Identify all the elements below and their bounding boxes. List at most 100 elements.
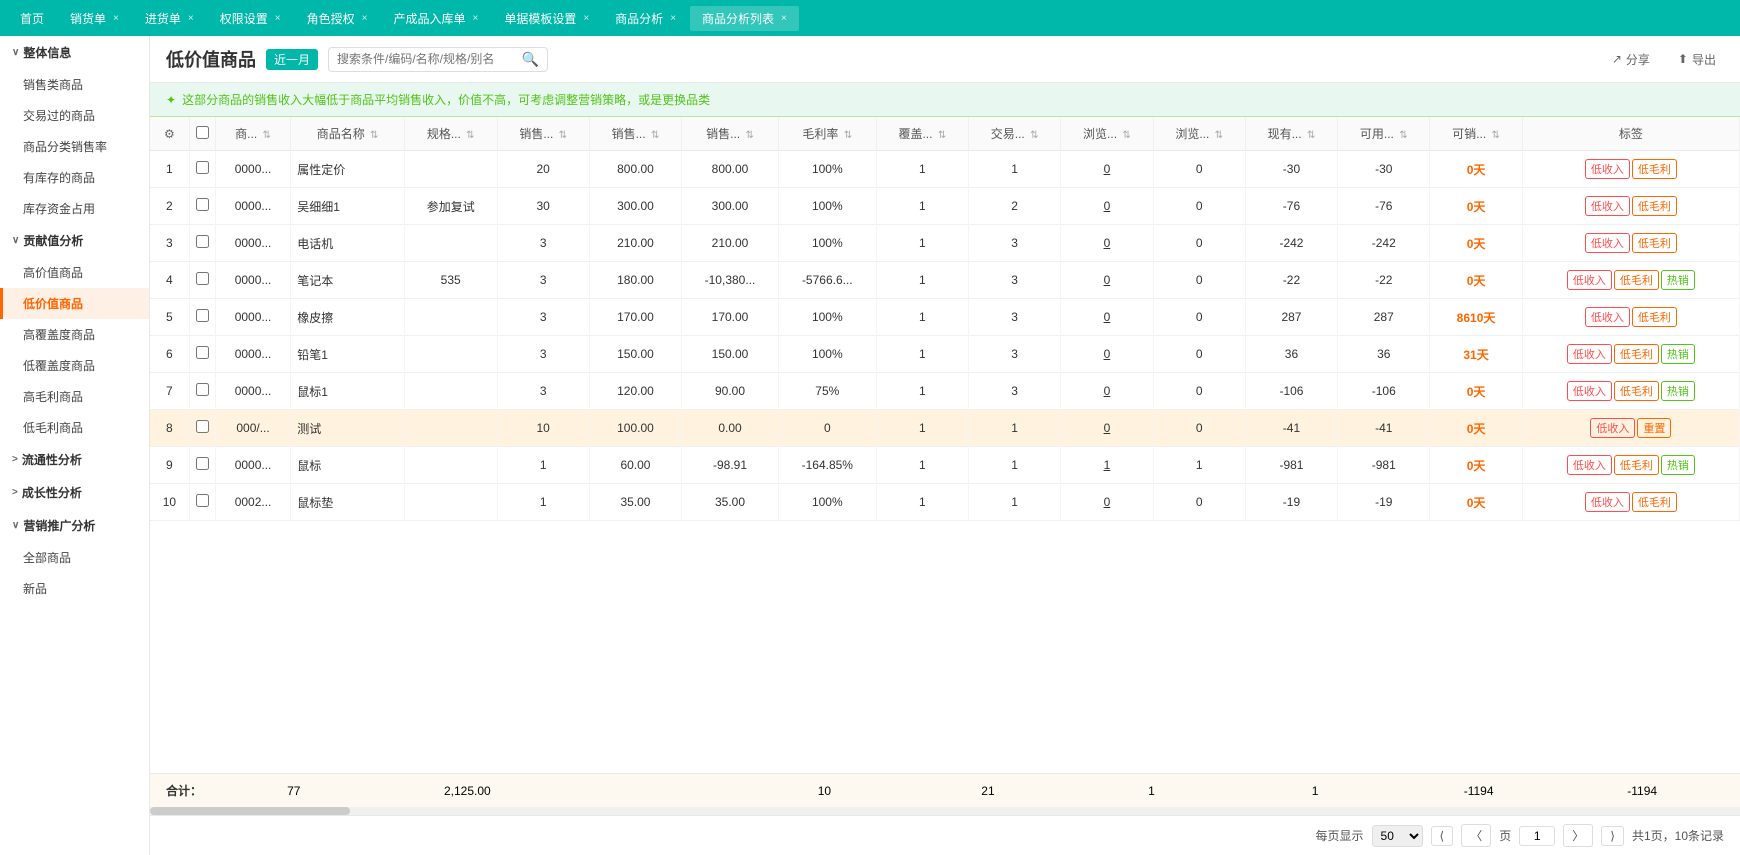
browse-link[interactable]: 0 — [1104, 273, 1111, 287]
sidebar-item-all-products[interactable]: 全部商品 — [0, 542, 149, 573]
next-page-button[interactable]: 〉 — [1563, 824, 1593, 847]
row-checkbox[interactable] — [196, 235, 209, 248]
nav-home[interactable]: 首页 — [8, 6, 56, 31]
row-code: 0000... — [215, 336, 291, 373]
browse-link[interactable]: 0 — [1104, 310, 1111, 324]
col-browse1[interactable]: 浏览... ⇅ — [1061, 117, 1153, 151]
row-checkbox[interactable] — [196, 346, 209, 359]
row-sales-price: 800.00 — [589, 151, 681, 188]
col-sales-price[interactable]: 销售... ⇅ — [589, 117, 681, 151]
sidebar-group-overall[interactable]: ∨ 整体信息 — [0, 36, 149, 69]
row-tags: 低收入低毛利热销 — [1522, 336, 1739, 373]
nav-close-icon[interactable]: × — [188, 13, 194, 24]
nav-permission[interactable]: 权限设置 × — [208, 6, 293, 31]
sidebar-item-category-sales-rate[interactable]: 商品分类销售率 — [0, 131, 149, 162]
col-name[interactable]: 商品名称 ⇅ — [291, 117, 405, 151]
sidebar-item-traded-products[interactable]: 交易过的商品 — [0, 100, 149, 131]
row-checkbox[interactable] — [196, 494, 209, 507]
browse-link[interactable]: 0 — [1104, 495, 1111, 509]
sidebar-group-growth[interactable]: > 成长性分析 — [0, 476, 149, 509]
sidebar-item-low-profit[interactable]: 低毛利商品 — [0, 412, 149, 443]
row-checkbox[interactable] — [196, 457, 209, 470]
sidebar-group-liquidity[interactable]: > 流通性分析 — [0, 443, 149, 476]
sidebar-item-sales-products[interactable]: 销售类商品 — [0, 69, 149, 100]
browse-link[interactable]: 0 — [1104, 199, 1111, 213]
sidebar-item-low-value[interactable]: 低价值商品 — [0, 288, 149, 319]
nav-close-icon[interactable]: × — [472, 13, 478, 24]
col-gross-rate[interactable]: 毛利率 ⇅ — [778, 117, 876, 151]
col-browse2[interactable]: 浏览... ⇅ — [1153, 117, 1245, 151]
row-checkbox[interactable] — [196, 309, 209, 322]
select-all-checkbox[interactable] — [196, 126, 209, 139]
page-label: 页 — [1499, 827, 1511, 844]
sidebar-item-stock-fund[interactable]: 库存资金占用 — [0, 193, 149, 224]
nav-close-icon[interactable]: × — [781, 13, 787, 24]
browse-link[interactable]: 0 — [1104, 162, 1111, 176]
col-trade[interactable]: 交易... ⇅ — [968, 117, 1060, 151]
search-input[interactable] — [337, 52, 516, 66]
row-tags: 低收入低毛利 — [1522, 151, 1739, 188]
col-stock2[interactable]: 可用... ⇅ — [1338, 117, 1430, 151]
browse-link[interactable]: 0 — [1104, 347, 1111, 361]
row-sales-price: 120.00 — [589, 373, 681, 410]
col-code[interactable]: 商... ⇅ — [215, 117, 291, 151]
row-checkbox[interactable] — [196, 272, 209, 285]
row-browse2: 0 — [1153, 373, 1245, 410]
row-checkbox[interactable] — [196, 198, 209, 211]
prev-page-button[interactable]: 〈 — [1461, 824, 1491, 847]
sidebar-item-high-value[interactable]: 高价值商品 — [0, 257, 149, 288]
nav-close-icon[interactable]: × — [362, 13, 368, 24]
row-checkbox[interactable] — [196, 161, 209, 174]
sidebar-item-stock-products[interactable]: 有库存的商品 — [0, 162, 149, 193]
row-name: 鼠标垫 — [291, 484, 405, 521]
nav-sales-order[interactable]: 销货单 × — [58, 6, 131, 31]
nav-product-analysis[interactable]: 商品分析 × — [603, 6, 688, 31]
nav-product-inbound[interactable]: 产成品入库单 × — [381, 6, 490, 31]
row-trade: 3 — [968, 262, 1060, 299]
col-salable[interactable]: 可销... ⇅ — [1430, 117, 1522, 151]
nav-template-settings[interactable]: 单据模板设置 × — [492, 6, 601, 31]
nav-purchase-order[interactable]: 进货单 × — [133, 6, 206, 31]
nav-close-icon[interactable]: × — [275, 13, 281, 24]
row-index: 5 — [150, 299, 189, 336]
salable-days: 0天 — [1467, 237, 1486, 251]
page-size-select[interactable]: 50 100 — [1372, 825, 1423, 847]
nav-close-icon[interactable]: × — [583, 13, 589, 24]
row-stock1: -41 — [1245, 410, 1337, 447]
nav-product-analysis-list[interactable]: 商品分析列表 × — [690, 6, 799, 31]
col-stock1[interactable]: 现有... ⇅ — [1245, 117, 1337, 151]
time-tag[interactable]: 近一月 — [266, 49, 318, 70]
browse-link[interactable]: 0 — [1104, 384, 1111, 398]
sidebar-item-low-coverage[interactable]: 低覆盖度商品 — [0, 350, 149, 381]
scrollbar-thumb[interactable] — [150, 807, 350, 815]
col-coverage[interactable]: 覆盖... ⇅ — [876, 117, 968, 151]
sidebar-group-marketing[interactable]: ∨ 营销推广分析 — [0, 509, 149, 542]
col-settings[interactable]: ⚙ — [150, 117, 189, 151]
nav-close-icon[interactable]: × — [113, 13, 119, 24]
nav-close-icon[interactable]: × — [670, 13, 676, 24]
row-browse2: 0 — [1153, 484, 1245, 521]
col-sales-amount[interactable]: 销售... ⇅ — [682, 117, 779, 151]
col-spec[interactable]: 规格... ⇅ — [404, 117, 497, 151]
browse-link[interactable]: 0 — [1104, 421, 1111, 435]
page-number-input[interactable] — [1519, 826, 1555, 846]
browse-link[interactable]: 0 — [1104, 236, 1111, 250]
info-message: 这部分商品的销售收入大幅低于商品平均销售收入，价值不高，可考虑调整营销策略，或是… — [182, 91, 710, 108]
last-page-button[interactable]: ⟩ — [1601, 826, 1624, 846]
share-button[interactable]: ↗ 分享 — [1604, 47, 1658, 72]
row-checkbox-cell — [189, 262, 215, 299]
sidebar-item-high-coverage[interactable]: 高覆盖度商品 — [0, 319, 149, 350]
col-sales-qty[interactable]: 销售... ⇅ — [497, 117, 589, 151]
export-button[interactable]: ⬆ 导出 — [1670, 47, 1724, 72]
row-checkbox[interactable] — [196, 420, 209, 433]
nav-role-auth[interactable]: 角色授权 × — [295, 6, 380, 31]
sidebar-item-high-profit[interactable]: 高毛利商品 — [0, 381, 149, 412]
first-page-button[interactable]: ⟨ — [1431, 826, 1454, 846]
browse-link[interactable]: 1 — [1104, 458, 1111, 472]
sidebar-group-contribution[interactable]: ∨ 贡献值分析 — [0, 224, 149, 257]
row-browse1: 0 — [1061, 225, 1153, 262]
search-icon[interactable]: 🔍 — [522, 51, 539, 68]
sidebar-item-new-products[interactable]: 新品 — [0, 573, 149, 604]
horizontal-scrollbar[interactable] — [150, 807, 1740, 815]
row-checkbox[interactable] — [196, 383, 209, 396]
